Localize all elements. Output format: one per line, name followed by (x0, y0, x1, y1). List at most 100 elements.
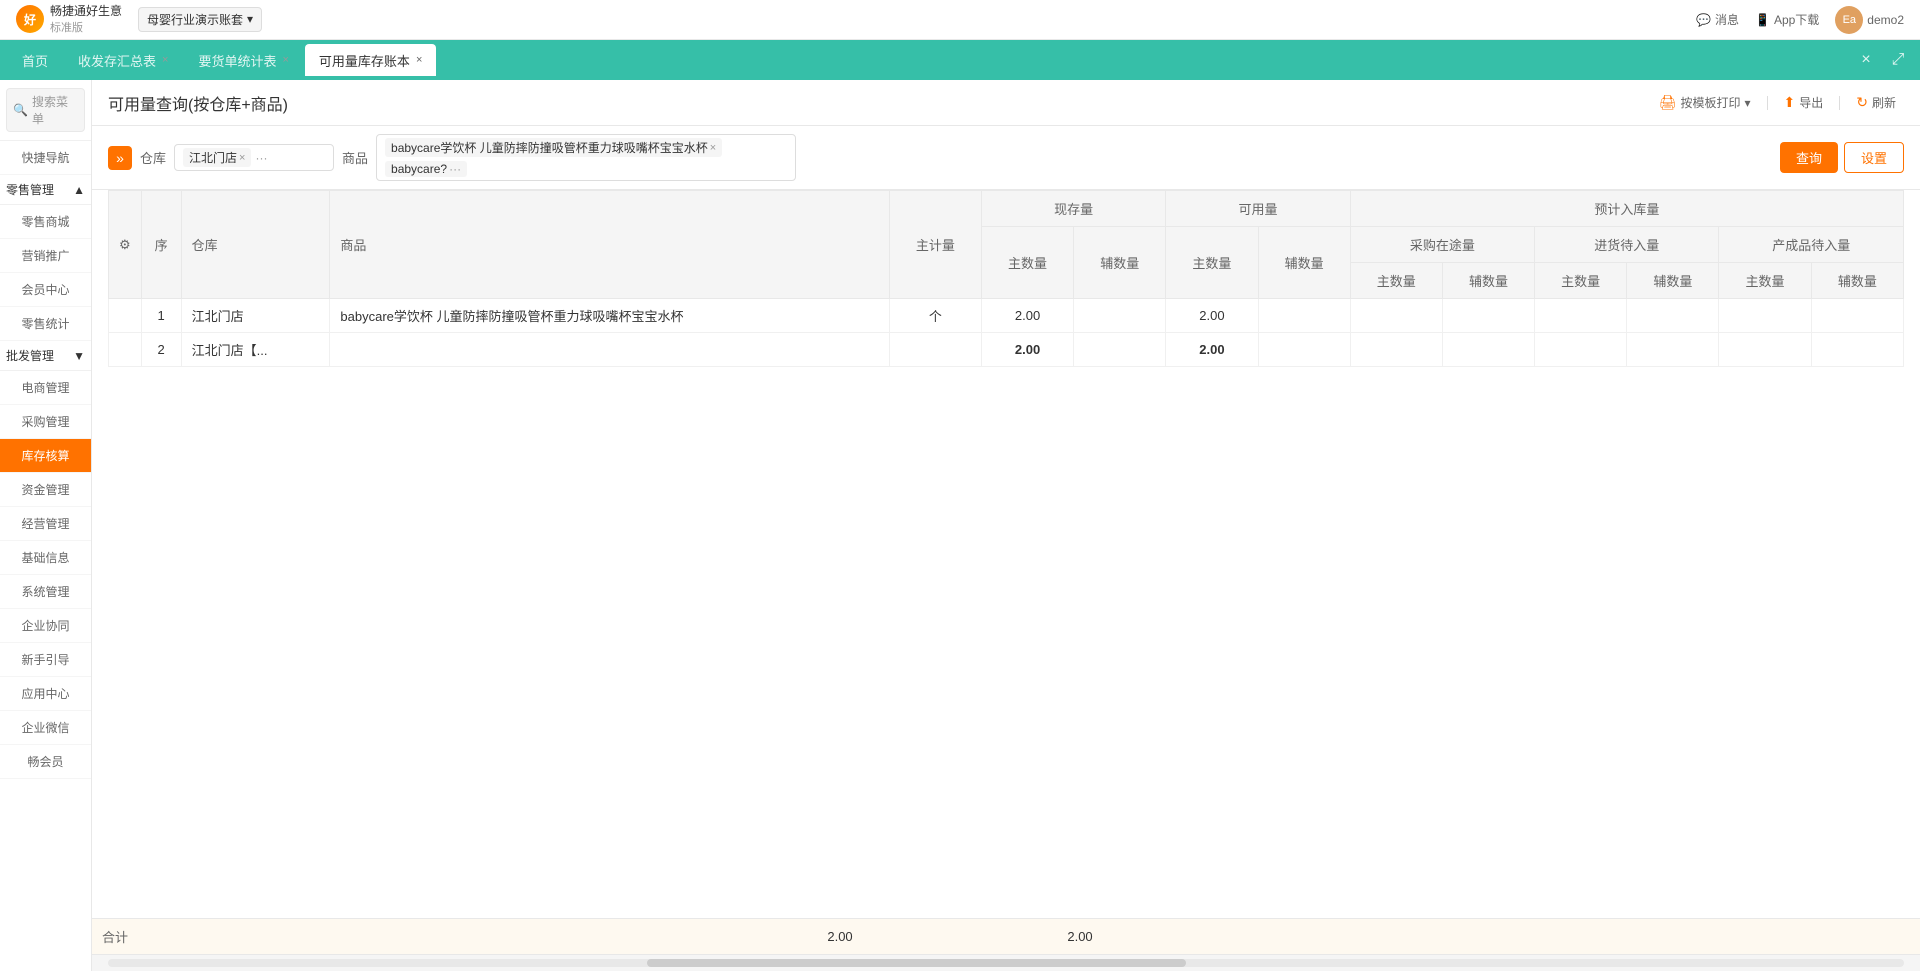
goods-tag2[interactable]: babycare? ··· (385, 161, 467, 177)
sidebar-item-retail-mgmt[interactable]: 零售管理 ▲ (0, 175, 91, 205)
sidebar-item-system[interactable]: 系统管理 (0, 575, 91, 609)
search-menu-button[interactable]: 🔍 搜索菜单 (6, 88, 85, 132)
expand-button[interactable]: » (108, 146, 132, 170)
warehouse-more-icon[interactable]: ··· (255, 151, 267, 165)
th-settings[interactable]: ⚙ (109, 191, 142, 299)
sidebar-item-inventory[interactable]: 库存核算 (0, 439, 91, 473)
tab-order-stat-label: 要货单统计表 (198, 51, 276, 70)
print-label: 按模板打印 (1680, 94, 1740, 111)
print-icon: 🖨 (1659, 94, 1677, 111)
query-button[interactable]: 查询 (1780, 142, 1838, 173)
message-icon: 💬 (1696, 13, 1711, 27)
org-selector[interactable]: 母婴行业演示账套 ▾ (138, 7, 262, 32)
data-table: ⚙ 序 仓库 商品 主计量 现存量 可用量 预计入库量 主数量 辅数量 主数量 … (108, 190, 1904, 367)
basic-info-label: 基础信息 (21, 551, 69, 565)
cell-stock-aux (1074, 299, 1166, 333)
scroll-thumb[interactable] (647, 959, 1186, 967)
goods-tag1[interactable]: babycare学饮杯 儿童防摔防撞吸管杯重力球吸嘴杯宝宝水杯 × (385, 138, 722, 157)
logo-icon: 好 (16, 5, 44, 33)
sidebar-item-business[interactable]: 经营管理 (0, 507, 91, 541)
sidebar-item-appstore[interactable]: 应用中心 (0, 677, 91, 711)
tab-available-stock-close[interactable]: × (416, 54, 422, 66)
refresh-button[interactable]: ↻ 刷新 (1848, 90, 1904, 115)
sidebar-item-member2[interactable]: 畅会员 (0, 745, 91, 779)
refresh-label: 刷新 (1872, 94, 1896, 111)
download-icon: 📱 (1755, 13, 1770, 27)
cell-settings (109, 299, 142, 333)
main-layout: 🔍 搜索菜单 快捷导航 零售管理 ▲ 零售商城 营销推广 会员中心 零售统计 批… (0, 80, 1920, 971)
page-title: 可用量查询(按仓库+商品) (108, 91, 288, 115)
top-bar: 好 畅捷通好生意 标准版 母婴行业演示账套 ▾ 💬 消息 📱 App下载 Ea … (0, 0, 1920, 40)
sidebar-item-wechat-work[interactable]: 企业微信 (0, 711, 91, 745)
th-available-group: 可用量 (1166, 191, 1350, 227)
sidebar-item-newbie[interactable]: 新手引导 (0, 643, 91, 677)
sidebar-item-marketing[interactable]: 营销推广 (0, 239, 91, 273)
th-product-aux: 辅数量 (1811, 263, 1903, 299)
sidebar-item-wholesale-mgmt[interactable]: 批发管理 ▼ (0, 341, 91, 371)
sidebar-item-member[interactable]: 会员中心 (0, 273, 91, 307)
summary-stock-main: 2.00 (780, 929, 900, 944)
tab-order-stat-close[interactable]: × (282, 54, 288, 66)
message-button[interactable]: 💬 消息 (1696, 11, 1739, 28)
th-warehouse: 仓库 (181, 191, 330, 299)
retail-mgmt-label: 零售管理 (6, 181, 54, 198)
cell-no: 1 (141, 299, 181, 333)
member2-label: 畅会员 (27, 755, 63, 769)
warehouse-tag[interactable]: 江北门店 × (183, 148, 251, 167)
sidebar: 🔍 搜索菜单 快捷导航 零售管理 ▲ 零售商城 营销推广 会员中心 零售统计 批… (0, 80, 92, 971)
table-area: ⚙ 序 仓库 商品 主计量 现存量 可用量 预计入库量 主数量 辅数量 主数量 … (92, 190, 1920, 918)
tab-available-stock[interactable]: 可用量库存账本 × (305, 44, 436, 76)
th-product-group: 产成品待入量 (1719, 227, 1904, 263)
goods-tag2-more[interactable]: ··· (449, 162, 461, 176)
th-stock-group: 现存量 (981, 191, 1165, 227)
sidebar-item-retail-mall[interactable]: 零售商城 (0, 205, 91, 239)
tab-home-label: 首页 (22, 51, 48, 70)
cell-unit (889, 333, 981, 367)
tab-receive-send[interactable]: 收发存汇总表 × (64, 44, 182, 76)
logo-text-wrap: 畅捷通好生意 标准版 (50, 4, 122, 34)
maximize-button[interactable]: ⤢ (1884, 46, 1912, 74)
sidebar-item-retail-stats[interactable]: 零售统计 (0, 307, 91, 341)
tab-order-stat[interactable]: 要货单统计表 × (184, 44, 302, 76)
cell-no: 2 (141, 333, 181, 367)
goods-tag1-remove[interactable]: × (710, 142, 716, 154)
page-header: 可用量查询(按仓库+商品) 🖨 按模板打印 ▾ ⬆ 导出 ↻ 刷新 (92, 80, 1920, 126)
download-label: App下载 (1774, 11, 1819, 28)
nav-tabs: 首页 收发存汇总表 × 要货单统计表 × 可用量库存账本 × × ⤢ (0, 40, 1920, 80)
sidebar-item-finance[interactable]: 资金管理 (0, 473, 91, 507)
sidebar-item-purchase[interactable]: 采购管理 (0, 405, 91, 439)
cell-available-main: 2.00 (1166, 333, 1258, 367)
chevron-down-icon: ▾ (247, 12, 253, 26)
th-goods: 商品 (330, 191, 889, 299)
cell-purchase-main (1350, 333, 1442, 367)
inventory-label: 库存核算 (21, 449, 69, 463)
horizontal-scrollbar[interactable] (108, 959, 1904, 967)
sidebar-item-quicknav[interactable]: 快捷导航 (0, 141, 91, 175)
app-download-button[interactable]: 📱 App下载 (1755, 11, 1819, 28)
table-row: 2 江北门店【... 2.00 2.00 (109, 333, 1904, 367)
warehouse-filter[interactable]: 江北门店 × ··· (174, 144, 334, 171)
goods-filter[interactable]: babycare学饮杯 儿童防摔防撞吸管杯重力球吸嘴杯宝宝水杯 × babyca… (376, 134, 796, 181)
sidebar-item-basic-info[interactable]: 基础信息 (0, 541, 91, 575)
purchase-label: 采购管理 (21, 415, 69, 429)
warehouse-tag-value: 江北门店 (189, 149, 237, 166)
user-profile[interactable]: Ea demo2 (1835, 6, 1904, 34)
cell-available-aux (1258, 299, 1350, 333)
settings-button[interactable]: 设置 (1844, 142, 1904, 173)
tab-home[interactable]: 首页 (8, 44, 62, 76)
finance-label: 资金管理 (21, 483, 69, 497)
export-button[interactable]: ⬆ 导出 (1776, 90, 1832, 115)
th-available-main: 主数量 (1166, 227, 1258, 299)
ecommerce-label: 电商管理 (21, 381, 69, 395)
wechat-work-label: 企业微信 (21, 721, 69, 735)
tab-receive-send-close[interactable]: × (162, 54, 168, 66)
cell-product-aux (1811, 333, 1903, 367)
print-button[interactable]: 🖨 按模板打印 ▾ (1651, 90, 1759, 115)
export-icon: ⬆ (1784, 94, 1796, 111)
warehouse-label: 仓库 (140, 148, 166, 167)
close-all-tabs-button[interactable]: × (1852, 46, 1880, 74)
warehouse-tag-remove[interactable]: × (239, 152, 245, 164)
sidebar-item-ecommerce[interactable]: 电商管理 (0, 371, 91, 405)
th-stock-main: 主数量 (981, 227, 1073, 299)
sidebar-item-enterprise[interactable]: 企业协同 (0, 609, 91, 643)
